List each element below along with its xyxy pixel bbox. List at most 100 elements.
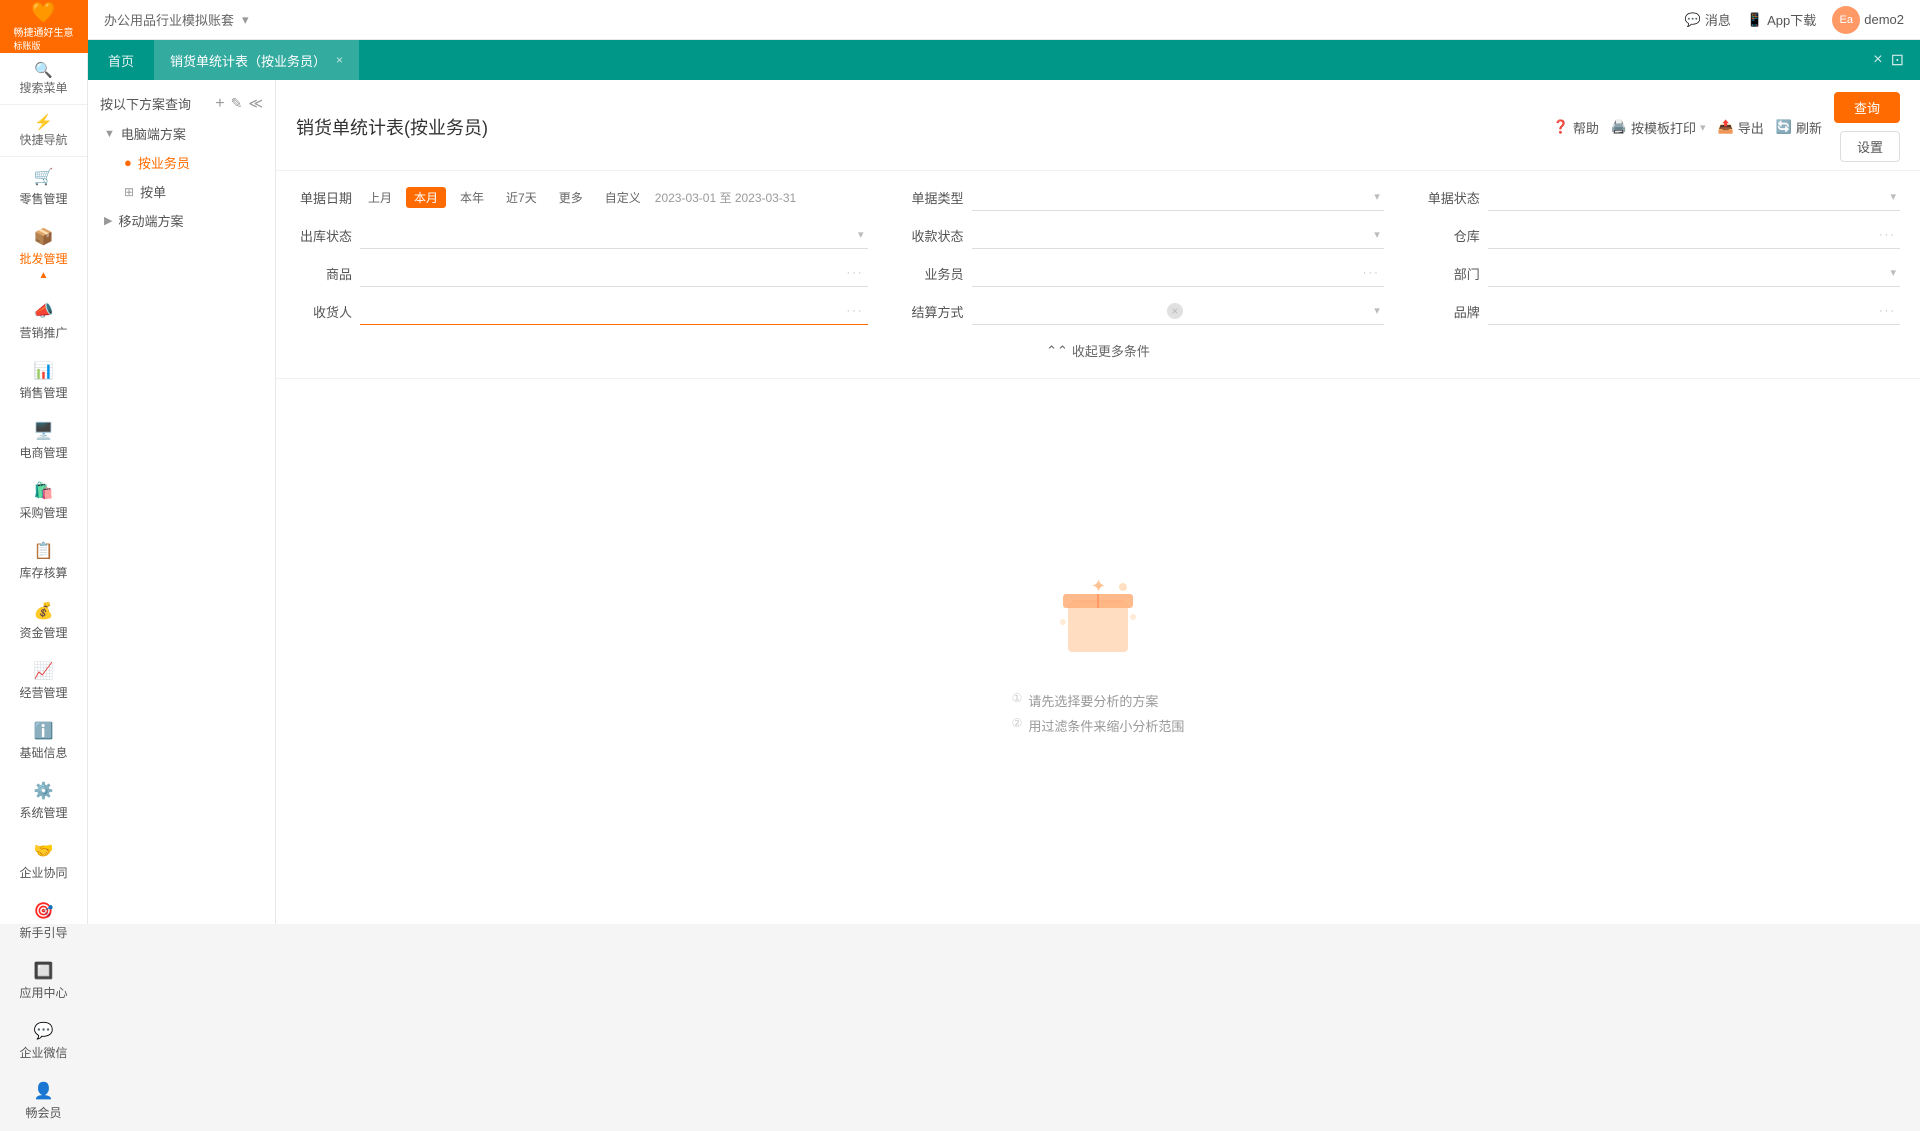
- sidebar-item-system[interactable]: ⚙️ 系统管理: [0, 771, 87, 831]
- warehouse-input[interactable]: ···: [1488, 221, 1900, 249]
- tree-item-by-order[interactable]: ⊞ 按单: [116, 177, 275, 206]
- tree-children: ● 按业务员 ⊞ 按单: [88, 148, 275, 206]
- export-btn[interactable]: 📤 导出: [1718, 118, 1764, 137]
- date-tab-last-month[interactable]: 上月: [360, 187, 400, 208]
- date-tab-custom[interactable]: 自定义: [597, 187, 649, 208]
- salesperson-label: 业务员: [908, 264, 964, 283]
- warehouse-label: 仓库: [1424, 226, 1480, 245]
- sidebar-item-inventory[interactable]: 📋 库存核算: [0, 531, 87, 591]
- sidebar-item-ecommerce[interactable]: 🖥️ 电商管理: [0, 411, 87, 471]
- tab-close-icon[interactable]: ×: [336, 53, 343, 67]
- sidebar-item-marketing[interactable]: 📣 营销推广: [0, 291, 87, 351]
- salesperson-filter-item: 业务员 ···: [908, 259, 1384, 287]
- query-button[interactable]: 查询: [1834, 92, 1900, 123]
- page-header: 销货单统计表(按业务员) ❓ 帮助 🖨️ 按模板打印 ▾ 📤 导出: [276, 80, 1920, 171]
- tree-item-by-salesperson[interactable]: ● 按业务员: [116, 148, 275, 177]
- goods-input[interactable]: ···: [360, 259, 868, 287]
- receiver-label: 收货人: [296, 302, 352, 321]
- edit-scheme-btn[interactable]: ✎: [231, 95, 243, 113]
- collect-status-input[interactable]: ▾: [972, 221, 1384, 249]
- sidebar-quick-nav[interactable]: ⚡ 快捷导航: [0, 105, 87, 157]
- goods-label: 商品: [296, 264, 352, 283]
- sidebar-item-management[interactable]: 📈 经营管理: [0, 651, 87, 711]
- receiver-filter-item: 收货人 ···: [296, 297, 868, 325]
- refresh-btn[interactable]: 🔄 刷新: [1776, 118, 1822, 137]
- sidebar-item-finance[interactable]: 💰 资金管理: [0, 591, 87, 651]
- topbar-dropdown-icon[interactable]: ▾: [242, 12, 249, 28]
- sidebar-item-purchase[interactable]: 🛍️ 采购管理: [0, 471, 87, 531]
- out-status-filter-item: 出库状态 ▾: [296, 221, 868, 249]
- empty-text: ① 请先选择要分析的方案 ② 用过滤条件来缩小分析范围: [1012, 691, 1185, 741]
- hint-num-2: ②: [1012, 716, 1023, 730]
- inventory-icon: 📋: [34, 541, 54, 561]
- sidebar-item-retail[interactable]: 🛒 零售管理: [0, 157, 87, 217]
- finance-icon: 💰: [34, 601, 54, 621]
- sidebar-item-wholesale[interactable]: 📦 批发管理 ▲: [0, 217, 87, 291]
- collapse-panel-btn[interactable]: ≪: [248, 95, 263, 113]
- sidebar-item-apps[interactable]: 🔲 应用中心: [0, 951, 87, 1011]
- svg-text:✦: ✦: [1091, 576, 1106, 596]
- date-tab-this-year[interactable]: 本年: [452, 187, 492, 208]
- main-area: 办公用品行业模拟账套 ▾ 💬 消息 📱 App下载 Ea demo2 首页 销货…: [88, 0, 1920, 924]
- app-download-btn[interactable]: 📱 App下载: [1747, 10, 1816, 29]
- download-icon: 📱: [1747, 12, 1763, 28]
- help-btn[interactable]: ❓ 帮助: [1553, 118, 1599, 137]
- window-maximize-btn[interactable]: ⊡: [1891, 50, 1904, 70]
- user-name: demo2: [1864, 12, 1904, 27]
- refresh-icon: 🔄: [1776, 119, 1792, 135]
- doc-status-arrow: ▾: [1890, 190, 1896, 203]
- sidebar-label-wholesale: 批发管理: [19, 250, 67, 267]
- empty-hint-2: ② 用过滤条件来缩小分析范围: [1012, 716, 1185, 735]
- tab-sales-stats[interactable]: 销货单统计表（按业务员） ×: [154, 40, 359, 80]
- logo-text: 畅捷通好生意标账版: [14, 27, 74, 53]
- tab-home[interactable]: 首页: [88, 40, 154, 80]
- user-menu[interactable]: Ea demo2: [1832, 6, 1904, 34]
- sidebar-label-finance: 资金管理: [19, 624, 67, 641]
- system-icon: ⚙️: [34, 781, 54, 801]
- receiver-input[interactable]: ···: [360, 297, 868, 325]
- print-btn[interactable]: 🖨️ 按模板打印 ▾: [1611, 118, 1706, 137]
- topbar-left: 办公用品行业模拟账套 ▾: [104, 10, 249, 29]
- out-status-input[interactable]: ▾: [360, 221, 868, 249]
- sidebar-item-sales[interactable]: 📊 销售管理: [0, 351, 87, 411]
- add-scheme-btn[interactable]: +: [215, 95, 224, 113]
- sidebar-item-basic[interactable]: ℹ️ 基础信息: [0, 711, 87, 771]
- settle-input[interactable]: × ▾: [972, 297, 1384, 325]
- date-tab-this-month[interactable]: 本月: [406, 187, 446, 208]
- purchase-icon: 🛍️: [34, 481, 54, 501]
- collect-status-filter-item: 收款状态 ▾: [908, 221, 1384, 249]
- sidebar-item-collab[interactable]: 🤝 企业协同: [0, 831, 87, 891]
- marketing-icon: 📣: [34, 301, 54, 321]
- tree-mobile-section[interactable]: ▶ 移动端方案: [88, 206, 275, 235]
- out-status-label: 出库状态: [296, 226, 352, 245]
- doc-type-input[interactable]: ▾: [972, 183, 1384, 211]
- tree-computer-label: 电脑端方案: [121, 124, 186, 143]
- user-avatar: Ea: [1832, 6, 1860, 34]
- warehouse-dots: ···: [1879, 229, 1896, 241]
- sidebar-item-guide[interactable]: 🎯 新手引导: [0, 891, 87, 951]
- message-btn[interactable]: 💬 消息: [1685, 10, 1731, 29]
- window-close-btn[interactable]: ×: [1873, 51, 1882, 69]
- doc-type-filter-item: 单据类型 ▾: [908, 183, 1384, 211]
- sidebar-logo[interactable]: 🧡 畅捷通好生意标账版: [0, 0, 88, 53]
- sidebar-item-wechat[interactable]: 💬 企业微信: [0, 1011, 87, 1071]
- page-actions: ❓ 帮助 🖨️ 按模板打印 ▾ 📤 导出 🔄 刷新: [1553, 92, 1900, 162]
- collapse-btn[interactable]: ⌃⌃ 收起更多条件: [1046, 341, 1150, 360]
- collect-status-label: 收款状态: [908, 226, 964, 245]
- brand-filter-item: 品牌 ···: [1424, 297, 1900, 325]
- doc-status-input[interactable]: ▾: [1488, 183, 1900, 211]
- brand-input[interactable]: ···: [1488, 297, 1900, 325]
- sidebar-item-member[interactable]: 👤 畅会员: [0, 1071, 87, 1131]
- settings-button[interactable]: 设置: [1840, 131, 1900, 162]
- left-panel-actions: + ✎ ≪: [215, 95, 263, 113]
- tree-computer-section[interactable]: ▼ 电脑端方案: [88, 119, 275, 148]
- dept-arrow: ▾: [1890, 266, 1896, 279]
- salesperson-input[interactable]: ···: [972, 259, 1384, 287]
- settle-clear-btn[interactable]: ×: [1167, 303, 1183, 319]
- date-tab-7days[interactable]: 近7天: [498, 187, 545, 208]
- sidebar-label-ecommerce: 电商管理: [19, 444, 67, 461]
- date-tab-more[interactable]: 更多: [551, 187, 591, 208]
- sidebar-search[interactable]: 🔍 搜索菜单: [0, 53, 87, 105]
- dept-input[interactable]: ▾: [1488, 259, 1900, 287]
- receiver-dots: ···: [847, 305, 864, 317]
